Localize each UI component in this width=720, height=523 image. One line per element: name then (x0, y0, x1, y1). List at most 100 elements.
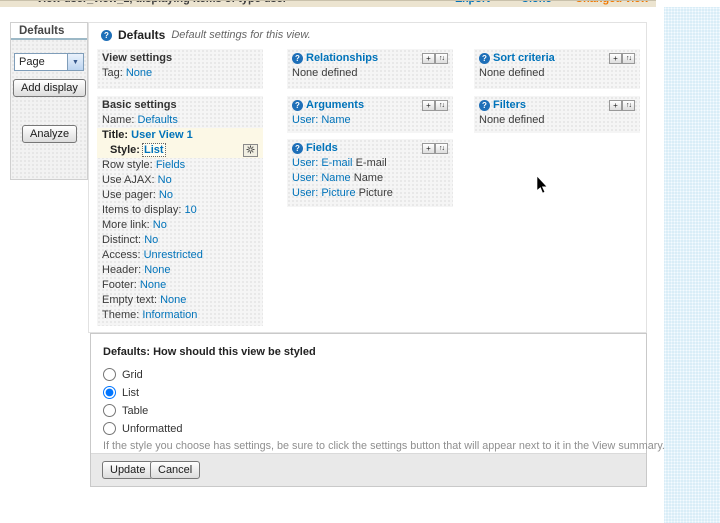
tag-value-link[interactable]: None (126, 67, 152, 79)
sort-criteria-box: ? Sort criteria + ↑↓ None defined (474, 49, 640, 89)
basic-value-link[interactable]: No (159, 189, 173, 201)
add-icon[interactable]: + (609, 100, 622, 111)
basic-label: Use AJAX: (102, 174, 155, 186)
filters-box: ? Filters + ↑↓ None defined (474, 96, 640, 133)
filters-title-link[interactable]: Filters (493, 99, 526, 111)
basic-row-pager: Use pager: No (102, 188, 258, 203)
basic-value-link[interactable]: Information (142, 309, 197, 321)
basic-label: Row style: (102, 159, 153, 171)
display-header: ? Defaults Default settings for this vie… (101, 28, 311, 42)
rearrange-icon[interactable]: ↑↓ (435, 53, 448, 64)
style-option-label: Table (122, 405, 148, 417)
tag-row: Tag: None (102, 66, 258, 81)
style-settings-form: Defaults: How should this view be styled… (91, 334, 646, 452)
basic-label: Header: (102, 264, 141, 276)
style-settings-gear-button[interactable] (243, 144, 258, 157)
sort-criteria-title-link[interactable]: Sort criteria (493, 52, 555, 64)
help-icon[interactable]: ? (292, 143, 303, 154)
fields-title-link[interactable]: Fields (306, 142, 338, 154)
arguments-actions: + ↑↓ (422, 100, 448, 111)
basic-label: Use pager: (102, 189, 156, 201)
style-option-grid[interactable]: Grid (103, 368, 634, 381)
add-icon[interactable]: + (422, 53, 435, 64)
style-option-table[interactable]: Table (103, 404, 634, 417)
arguments-box: ? Arguments + ↑↓ User: Name (287, 96, 453, 133)
basic-value-link[interactable]: None (160, 294, 186, 306)
basic-row-items: Items to display: 10 (102, 203, 258, 218)
basic-value-link[interactable]: User View 1 (131, 129, 193, 141)
field-label-text: Picture (359, 187, 393, 199)
help-icon[interactable]: ? (101, 30, 112, 41)
field-item: User: Name Name (292, 171, 448, 186)
radio-unformatted[interactable] (103, 422, 116, 435)
basic-label: Theme: (102, 309, 139, 321)
radio-table[interactable] (103, 404, 116, 417)
help-icon[interactable]: ? (292, 100, 303, 111)
clone-link[interactable]: Clone (521, 0, 552, 5)
radio-grid[interactable] (103, 368, 116, 381)
add-icon[interactable]: + (422, 100, 435, 111)
basic-settings-title: Basic settings (102, 99, 177, 111)
form-actions-strip: Update Cancel (91, 453, 646, 486)
rearrange-icon[interactable]: ↑↓ (435, 100, 448, 111)
update-button[interactable]: Update (102, 461, 153, 479)
help-icon[interactable]: ? (479, 53, 490, 64)
view-settings-box: View settings Tag: None (97, 49, 263, 89)
sort-criteria-header: ? Sort criteria + ↑↓ (479, 52, 635, 64)
rearrange-icon[interactable]: ↑↓ (435, 143, 448, 154)
display-subtitle: Default settings for this view. (171, 29, 310, 41)
rearrange-icon[interactable]: ↑↓ (622, 53, 635, 64)
add-display-button[interactable]: Add display (13, 79, 86, 97)
page-background-strip (664, 7, 720, 523)
relationships-header: ? Relationships + ↑↓ (292, 52, 448, 64)
basic-row-theme: Theme: Information (102, 308, 258, 323)
field-label-text: Name (354, 172, 383, 184)
basic-label: Footer: (102, 279, 137, 291)
basic-label: More link: (102, 219, 150, 231)
chevron-down-icon[interactable]: ▼ (67, 54, 83, 70)
basic-value-link[interactable]: Fields (156, 159, 185, 171)
add-icon[interactable]: + (422, 143, 435, 154)
relationships-title-link[interactable]: Relationships (306, 52, 378, 64)
relationships-empty: None defined (292, 66, 448, 81)
basic-value-link[interactable]: None (140, 279, 166, 291)
analyze-button[interactable]: Analyze (22, 125, 77, 143)
tab-defaults[interactable]: Defaults (11, 23, 87, 40)
rearrange-icon[interactable]: ↑↓ (622, 100, 635, 111)
basic-row-access: Access: Unrestricted (102, 248, 258, 263)
style-settings-pane: Defaults: How should this view be styled… (90, 333, 647, 487)
basic-value-link[interactable]: Unrestricted (144, 249, 203, 261)
filters-empty: None defined (479, 113, 635, 128)
argument-item: User: Name (292, 113, 448, 128)
style-option-unformatted[interactable]: Unformatted (103, 422, 634, 435)
help-icon[interactable]: ? (479, 100, 490, 111)
help-icon[interactable]: ? (292, 53, 303, 64)
style-option-label: List (122, 387, 139, 399)
export-link[interactable]: Export (455, 0, 490, 5)
view-page-title: View user_view_1, displaying items of ty… (36, 0, 287, 5)
sort-criteria-actions: + ↑↓ (609, 53, 635, 64)
basic-row-empty: Empty text: None (102, 293, 258, 308)
radio-list[interactable] (103, 386, 116, 399)
field-link[interactable]: User: E-mail (292, 157, 353, 169)
display-type-select[interactable]: Page ▼ (14, 53, 84, 71)
basic-value-link[interactable]: No (153, 219, 167, 231)
arguments-title-link[interactable]: Arguments (306, 99, 364, 111)
cancel-button[interactable]: Cancel (150, 461, 200, 479)
basic-value-link[interactable]: 10 (185, 204, 197, 216)
basic-row-ajax: Use AJAX: No (102, 173, 258, 188)
changed-view-link[interactable]: Changed view (575, 0, 649, 5)
style-option-list[interactable]: List (103, 386, 634, 399)
basic-row-morelink: More link: No (102, 218, 258, 233)
basic-value-link[interactable]: No (158, 174, 172, 186)
field-link[interactable]: User: Name (292, 172, 351, 184)
add-icon[interactable]: + (609, 53, 622, 64)
argument-link[interactable]: User: Name (292, 114, 351, 126)
field-link[interactable]: User: Picture (292, 187, 356, 199)
basic-value-link[interactable]: None (144, 264, 170, 276)
fields-actions: + ↑↓ (422, 143, 448, 154)
basic-value-link[interactable]: No (144, 234, 158, 246)
basic-settings-header: Basic settings (102, 99, 258, 111)
style-value-link[interactable]: List (143, 144, 165, 156)
basic-value-link[interactable]: Defaults (137, 114, 177, 126)
